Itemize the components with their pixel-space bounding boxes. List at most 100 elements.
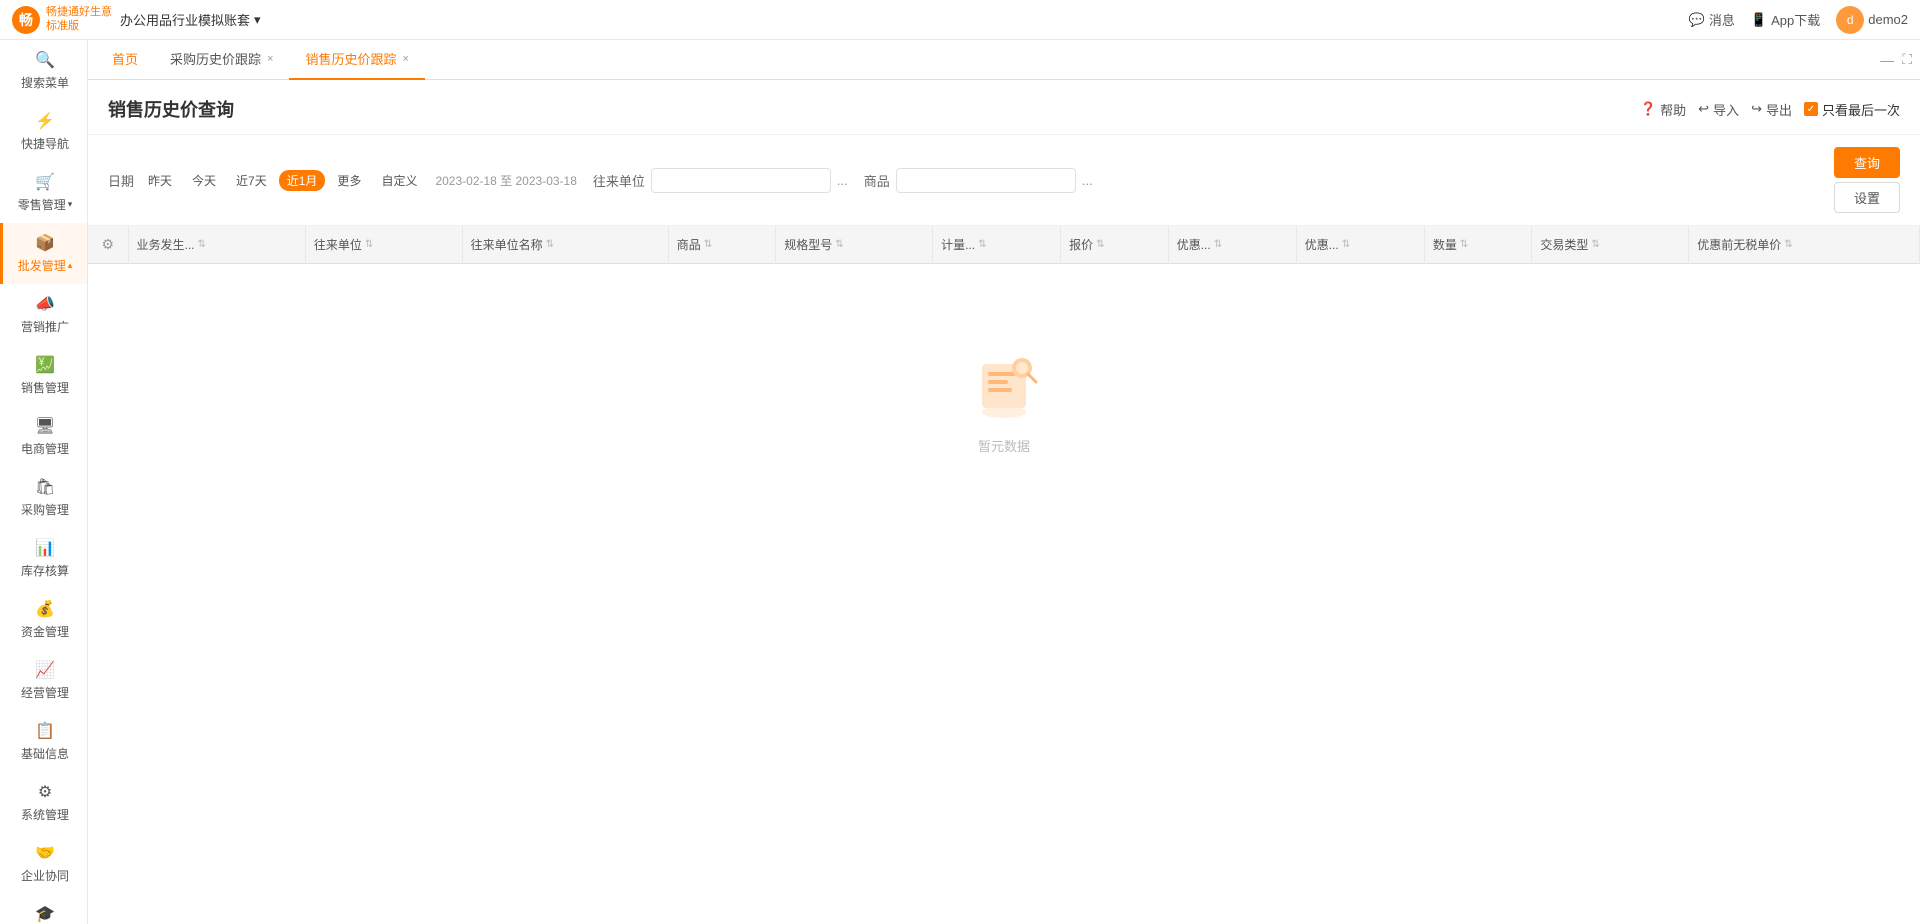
minimize-button[interactable]: — [1880,52,1894,68]
th-product: 商品 ⇅ [668,226,776,264]
export-button[interactable]: ↪ 导出 [1751,100,1792,119]
sidebar-item-operations[interactable]: 📈 经营管理 [0,650,87,711]
sidebar: 🔍 搜索菜单 ⚡ 快捷导航 🛒 零售管理 ▾ 📦 批发管理 ▴ 📣 营销推广 [0,40,88,924]
table-header-row: ⚙ 业务发生... ⇅ 往来单位 ⇅ [88,226,1920,264]
tab-purchase-history[interactable]: 采购历史价跟踪 × [154,40,289,80]
sidebar-item-purchase-mgmt[interactable]: 🛍 采购管理 [0,467,87,528]
box-icon: 📦 [35,233,55,253]
app-icon: 📱 [1751,12,1767,28]
guide-icon: 🎓 [35,904,55,924]
sidebar-item-marketing[interactable]: 📣 营销推广 [0,284,87,345]
chevron-icon: ▾ [68,199,73,210]
tab-close-sales[interactable]: × [402,53,408,65]
sidebar-item-sales-mgmt[interactable]: 💹 销售管理 [0,345,87,406]
product-input[interactable] [896,168,1076,193]
page-header-actions: ❓ 帮助 ↩ 导入 ↪ 导出 ✓ 只看最后一次 [1640,100,1900,119]
sidebar-item-search[interactable]: 🔍 搜索菜单 [0,40,87,101]
date-btn-custom[interactable]: 自定义 [373,170,425,191]
sidebar-item-basic-info[interactable]: 📋 基础信息 [0,711,87,772]
money-icon: 💰 [35,599,55,619]
export-icon: ↪ [1751,101,1762,117]
sidebar-item-label: 营销推广 [21,318,69,335]
query-button[interactable]: 查询 [1834,147,1900,178]
tab-home[interactable]: 首页 [96,40,154,80]
search-icon: 🔍 [35,50,55,70]
only-last-label: 只看最后一次 [1822,100,1900,119]
sidebar-item-label: 搜索菜单 [21,74,69,91]
sort-icon: ⇅ [365,239,373,250]
sort-icon: ⇅ [1460,239,1468,250]
sidebar-item-wholesale[interactable]: 📦 批发管理 ▴ [0,223,87,284]
filter-bar: 日期 昨天 今天 近7天 近1月 更多 自定义 2023-02-18 至 202… [88,135,1920,226]
import-button[interactable]: ↩ 导入 [1698,100,1739,119]
only-last-checkbox[interactable]: ✓ [1804,102,1818,116]
sidebar-item-label: 快捷导航 [21,135,69,152]
tab-close-purchase[interactable]: × [267,53,273,65]
top-header: 畅 畅捷通好生意 标准版 办公用品行业模拟账套 ▾ 💬 消息 📱 App下载 d… [0,0,1920,40]
tab-sales-history[interactable]: 销售历史价跟踪 × [289,40,424,80]
partner-ellipsis[interactable]: ... [837,173,848,188]
sidebar-item-quick-nav[interactable]: ⚡ 快捷导航 [0,101,87,162]
date-btn-last7[interactable]: 近7天 [228,170,275,191]
help-icon: ❓ [1640,101,1656,117]
product-ellipsis[interactable]: ... [1082,173,1093,188]
app-download-button[interactable]: 📱 App下载 [1751,10,1820,29]
sort-icon: ⇅ [198,239,206,250]
page-title: 销售历史价查询 [108,96,234,122]
sidebar-item-system[interactable]: ⚙ 系统管理 [0,772,87,833]
sidebar-item-retail[interactable]: 🛒 零售管理 ▾ [0,162,87,223]
lightning-icon: ⚡ [35,111,55,131]
sidebar-item-inventory[interactable]: 📊 库存核算 [0,528,87,589]
header-right: 💬 消息 📱 App下载 d demo2 [1689,6,1908,34]
sort-icon: ⇅ [835,239,843,250]
sort-icon: ⇅ [1784,239,1792,250]
sidebar-item-label: 资金管理 [21,623,69,640]
column-settings[interactable]: ⚙ [88,226,128,264]
sidebar-item-finance[interactable]: 💰 资金管理 [0,589,87,650]
sidebar-item-label: 采购管理 [21,501,69,518]
sort-icon: ⇅ [978,239,986,250]
th-spec: 规格型号 ⇅ [776,226,933,264]
message-button[interactable]: 💬 消息 [1689,10,1735,29]
sidebar-item-label: 经营管理 [21,684,69,701]
date-btn-yesterday[interactable]: 昨天 [140,170,180,191]
sort-icon: ⇅ [1342,239,1350,250]
sidebar-item-guide[interactable]: 🎓 新手引导 [0,894,87,924]
cart-icon: 🛒 [35,172,55,192]
date-range-text: 2023-02-18 至 2023-03-18 [435,172,576,189]
chevron-down-icon: ▾ [254,12,261,28]
user-menu[interactable]: d demo2 [1836,6,1908,34]
megaphone-icon: 📣 [35,294,55,314]
sidebar-item-label: 零售管理 [18,196,66,213]
handshake-icon: 🤝 [35,843,55,863]
maximize-button[interactable]: ⛶ [1902,51,1912,68]
bar-chart-icon: 📊 [35,538,55,558]
th-discount1: 优惠... ⇅ [1168,226,1296,264]
table-container: ⚙ 业务发生... ⇅ 往来单位 ⇅ [88,226,1920,535]
sort-icon: ⇅ [1214,239,1222,250]
sidebar-item-label: 电商管理 [21,440,69,457]
trending-icon: 📈 [35,660,55,680]
date-btn-today[interactable]: 今天 [184,170,224,191]
main-layout: 🔍 搜索菜单 ⚡ 快捷导航 🛒 零售管理 ▾ 📦 批发管理 ▴ 📣 营销推广 [0,40,1920,924]
page-content: 销售历史价查询 ❓ 帮助 ↩ 导入 ↪ 导出 ✓ [88,80,1920,924]
date-btn-last1month[interactable]: 近1月 [279,170,326,191]
date-btn-more[interactable]: 更多 [329,170,369,191]
date-label: 日期 [108,171,134,190]
workspace-selector[interactable]: 办公用品行业模拟账套 ▾ [120,10,261,29]
product-label: 商品 [864,171,890,190]
help-button[interactable]: ❓ 帮助 [1640,100,1686,119]
sidebar-item-cooperation[interactable]: 🤝 企业协同 [0,833,87,894]
sort-icon: ⇅ [1096,239,1104,250]
th-discount2: 优惠... ⇅ [1296,226,1424,264]
only-last-checkbox-group[interactable]: ✓ 只看最后一次 [1804,100,1900,119]
partner-input[interactable] [651,168,831,193]
empty-text: 暂元数据 [978,436,1030,455]
tab-bar: 首页 采购历史价跟踪 × 销售历史价跟踪 × — ⛶ [88,40,1920,80]
sidebar-item-ecommerce[interactable]: 🖥 电商管理 [0,406,87,467]
th-biz-date: 业务发生... ⇅ [128,226,305,264]
logo-text: 畅捷通好生意 标准版 [46,6,112,32]
sidebar-item-label: 系统管理 [21,806,69,823]
settings-button[interactable]: 设置 [1834,182,1900,213]
th-quote: 报价 ⇅ [1061,226,1169,264]
